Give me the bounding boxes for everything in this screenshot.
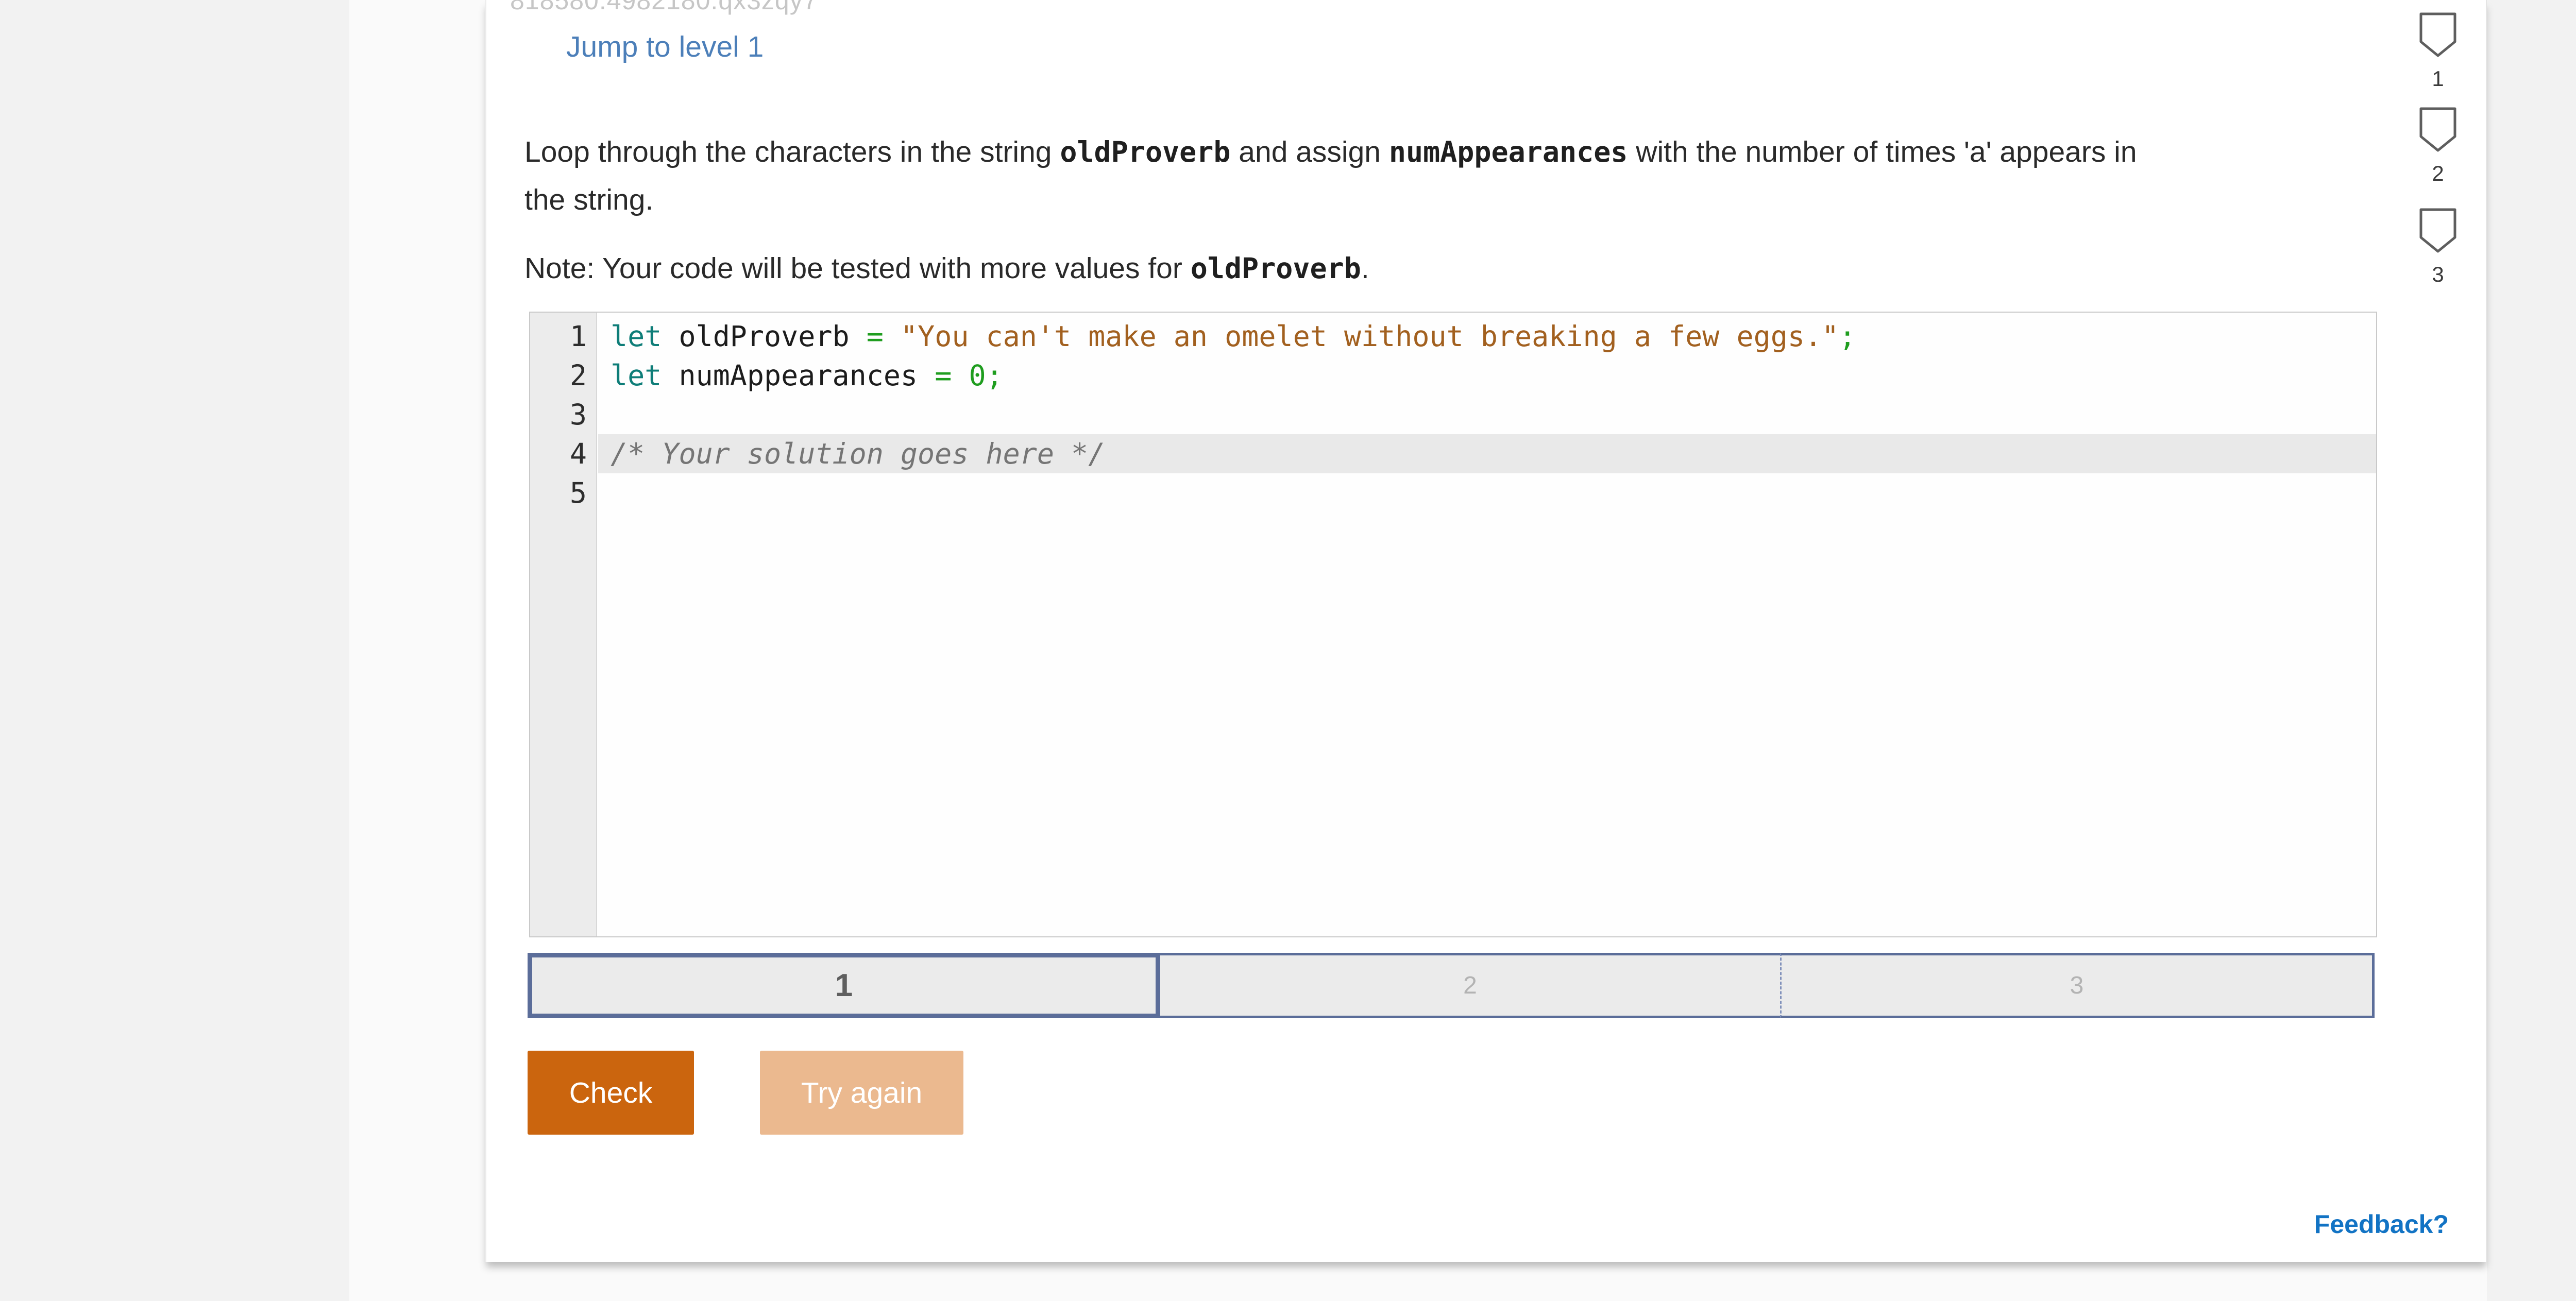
code-token: ; <box>1839 320 1856 353</box>
code-token <box>662 359 679 392</box>
text-segment: and assign <box>1230 135 1388 168</box>
shield-icon <box>2419 12 2456 58</box>
activity-card: 818580.4982180.qx3zqy7 Jump to level 1 L… <box>485 0 2487 1262</box>
code-token <box>918 359 935 392</box>
line-number: 2 <box>530 356 596 395</box>
inline-code: oldProverb <box>1060 135 1230 168</box>
content-column: 818580.4982180.qx3zqy7 Jump to level 1 L… <box>349 0 2487 1301</box>
problem-statement-line1: Loop through the characters in the strin… <box>524 135 2137 169</box>
code-line[interactable]: /* Your solution goes here */ <box>598 434 2376 473</box>
feedback-link[interactable]: Feedback? <box>2314 1209 2449 1239</box>
line-number: 4 <box>530 434 596 473</box>
code-line[interactable] <box>598 395 2376 434</box>
progress-segment-label: 1 <box>835 967 853 1004</box>
try-again-button[interactable]: Try again <box>760 1051 963 1135</box>
code-token: = <box>867 320 884 353</box>
level-marker-label: 3 <box>2418 262 2458 287</box>
code-token: let <box>611 359 662 392</box>
line-number: 1 <box>530 317 596 356</box>
text-segment: . <box>1361 252 1369 285</box>
code-token: oldProverb <box>679 320 849 353</box>
code-token: let <box>611 320 662 353</box>
check-button[interactable]: Check <box>528 1051 694 1135</box>
level-marker-label: 1 <box>2418 66 2458 91</box>
jump-to-level-link[interactable]: Jump to level 1 <box>566 30 764 64</box>
line-number: 3 <box>530 395 596 434</box>
editor-gutter: 12345 <box>530 313 597 936</box>
shield-icon <box>2419 208 2456 253</box>
level-progress-bar: 1 2 3 <box>528 953 2375 1018</box>
code-editor[interactable]: 12345 let oldProverb = "You can't make a… <box>529 312 2377 937</box>
code-line[interactable]: let numAppearances = 0; <box>598 356 2376 395</box>
progress-segment-label: 2 <box>1463 971 1477 1000</box>
problem-note: Note: Your code will be tested with more… <box>524 251 1369 285</box>
code-token <box>952 359 969 392</box>
code-token: /* Your solution goes here */ <box>611 437 1105 470</box>
level-marker-label: 2 <box>2418 161 2458 186</box>
code-token <box>884 320 901 353</box>
editor-code-pane[interactable]: let oldProverb = "You can't make an omel… <box>598 313 2376 936</box>
code-token: = <box>935 359 952 392</box>
level-marker-3: 3 <box>2418 208 2458 287</box>
code-token: "You can't make an omelet without breaki… <box>901 320 1839 353</box>
shield-icon <box>2419 107 2456 152</box>
code-line[interactable]: let oldProverb = "You can't make an omel… <box>598 317 2376 356</box>
progress-segment-2: 2 <box>1160 953 1780 1018</box>
code-token: 0 <box>969 359 986 392</box>
line-number: 5 <box>530 473 596 512</box>
progress-segment-1: 1 <box>528 953 1160 1018</box>
text-segment: with the number of times 'a' appears in <box>1628 135 2137 168</box>
inline-code: numAppearances <box>1389 135 1628 168</box>
code-token: numAppearances <box>679 359 918 392</box>
activity-id: 818580.4982180.qx3zqy7 <box>510 0 818 15</box>
inline-code: oldProverb <box>1191 252 1361 285</box>
level-marker-1: 1 <box>2418 12 2458 91</box>
progress-segment-3: 3 <box>1780 953 2375 1018</box>
progress-segment-label: 3 <box>2070 971 2084 1000</box>
problem-statement-line2: the string. <box>524 183 653 217</box>
text-segment: Note: Your code will be tested with more… <box>524 252 1191 285</box>
page-background: 818580.4982180.qx3zqy7 Jump to level 1 L… <box>0 0 2576 1301</box>
level-marker-2: 2 <box>2418 107 2458 186</box>
code-line[interactable] <box>598 473 2376 512</box>
code-token <box>850 320 867 353</box>
text-segment: Loop through the characters in the strin… <box>524 135 1060 168</box>
code-token: ; <box>986 359 1003 392</box>
code-token <box>662 320 679 353</box>
